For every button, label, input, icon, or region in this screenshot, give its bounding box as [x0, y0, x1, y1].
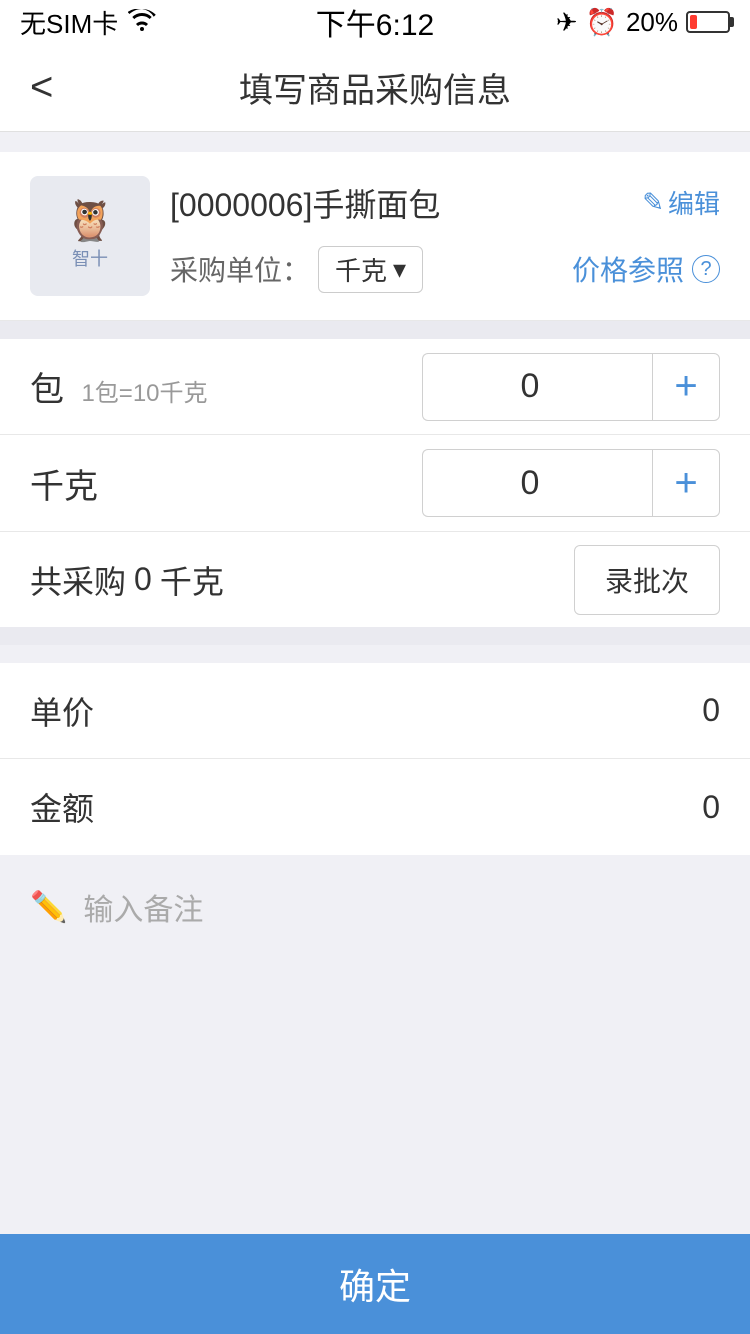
price-label-total: 金额	[30, 784, 94, 830]
nav-bar: < 填写商品采购信息	[0, 44, 750, 132]
product-name: [0000006]手撕面包	[170, 180, 440, 226]
product-info: [0000006]手撕面包 ✎ 编辑 采购单位： 千克 ▾ 价格参照 ?	[170, 180, 720, 293]
quantity-label-bao: 包 1包=10千克	[30, 362, 422, 411]
section-divider-2	[0, 627, 750, 645]
product-name-row: [0000006]手撕面包 ✎ 编辑	[170, 180, 720, 226]
quantity-input-kg[interactable]	[422, 449, 652, 517]
price-row-unit: 单价 0	[0, 663, 750, 759]
status-bar-right: ✈ ⏰ 20%	[556, 7, 730, 38]
price-value-unit: 0	[702, 692, 720, 729]
summary-prefix: 共采购	[30, 557, 126, 603]
product-card: 🦉 智十 [0000006]手撕面包 ✎ 编辑 采购单位： 千克 ▾	[0, 152, 750, 321]
battery-icon	[686, 11, 730, 33]
location-icon: ✈	[556, 7, 578, 38]
status-bar-time: 下午6:12	[316, 0, 434, 44]
quantity-input-bao[interactable]	[422, 353, 652, 421]
alarm-icon: ⏰	[586, 7, 618, 38]
notes-section[interactable]: ✏️ 输入备注	[0, 855, 750, 959]
product-unit-row: 采购单位： 千克 ▾ 价格参照 ?	[170, 246, 720, 293]
chevron-down-icon: ▾	[393, 254, 406, 285]
price-ref-button[interactable]: 价格参照 ?	[572, 249, 720, 289]
summary-text: 共采购 0 千克	[30, 557, 224, 603]
sim-label: 无SIM卡	[20, 4, 118, 41]
quantity-plus-kg[interactable]: +	[652, 449, 720, 517]
pencil-icon: ✏️	[30, 890, 67, 925]
section-divider-1	[0, 321, 750, 339]
summary-value: 0	[134, 561, 152, 598]
quantity-plus-bao[interactable]: +	[652, 353, 720, 421]
quantity-input-wrap-bao: +	[422, 353, 720, 421]
quantity-label-kg: 千克	[30, 459, 422, 508]
quantity-row-kg: 千克 +	[0, 435, 750, 531]
confirm-button[interactable]: 确定	[0, 1234, 750, 1334]
price-label-unit: 单价	[30, 688, 94, 734]
quantity-sublabel-bao: 1包=10千克	[81, 380, 207, 407]
batch-button[interactable]: 录批次	[574, 545, 720, 615]
wifi-icon	[128, 7, 156, 38]
product-logo-text: 智十	[72, 245, 108, 271]
price-value-total: 0	[702, 789, 720, 826]
quantity-section: 包 1包=10千克 + 千克 +	[0, 339, 750, 531]
battery-percent: 20%	[626, 7, 678, 38]
product-image: 🦉 智十	[30, 176, 150, 296]
status-bar-left: 无SIM卡	[20, 4, 156, 41]
edit-label: 编辑	[668, 184, 720, 221]
edit-button[interactable]: ✎ 编辑	[642, 184, 720, 221]
product-logo-icon: 🦉	[65, 201, 115, 241]
page-title: 填写商品采购信息	[239, 63, 511, 112]
price-row-total: 金额 0	[0, 759, 750, 855]
unit-value: 千克	[335, 251, 387, 288]
edit-icon: ✎	[642, 187, 664, 218]
page-spacer	[0, 959, 750, 1234]
summary-suffix: 千克	[160, 557, 224, 603]
price-ref-label: 价格参照	[572, 249, 684, 289]
unit-label: 采购单位： 千克 ▾	[170, 246, 423, 293]
summary-row: 共采购 0 千克 录批次	[0, 531, 750, 627]
back-button[interactable]: <	[0, 65, 83, 110]
info-icon: ?	[692, 255, 720, 283]
price-section: 单价 0 金额 0	[0, 663, 750, 855]
unit-select[interactable]: 千克 ▾	[318, 246, 423, 293]
quantity-row-bao: 包 1包=10千克 +	[0, 339, 750, 435]
quantity-input-wrap-kg: +	[422, 449, 720, 517]
notes-placeholder: 输入备注	[83, 885, 203, 929]
status-bar: 无SIM卡 下午6:12 ✈ ⏰ 20%	[0, 0, 750, 44]
